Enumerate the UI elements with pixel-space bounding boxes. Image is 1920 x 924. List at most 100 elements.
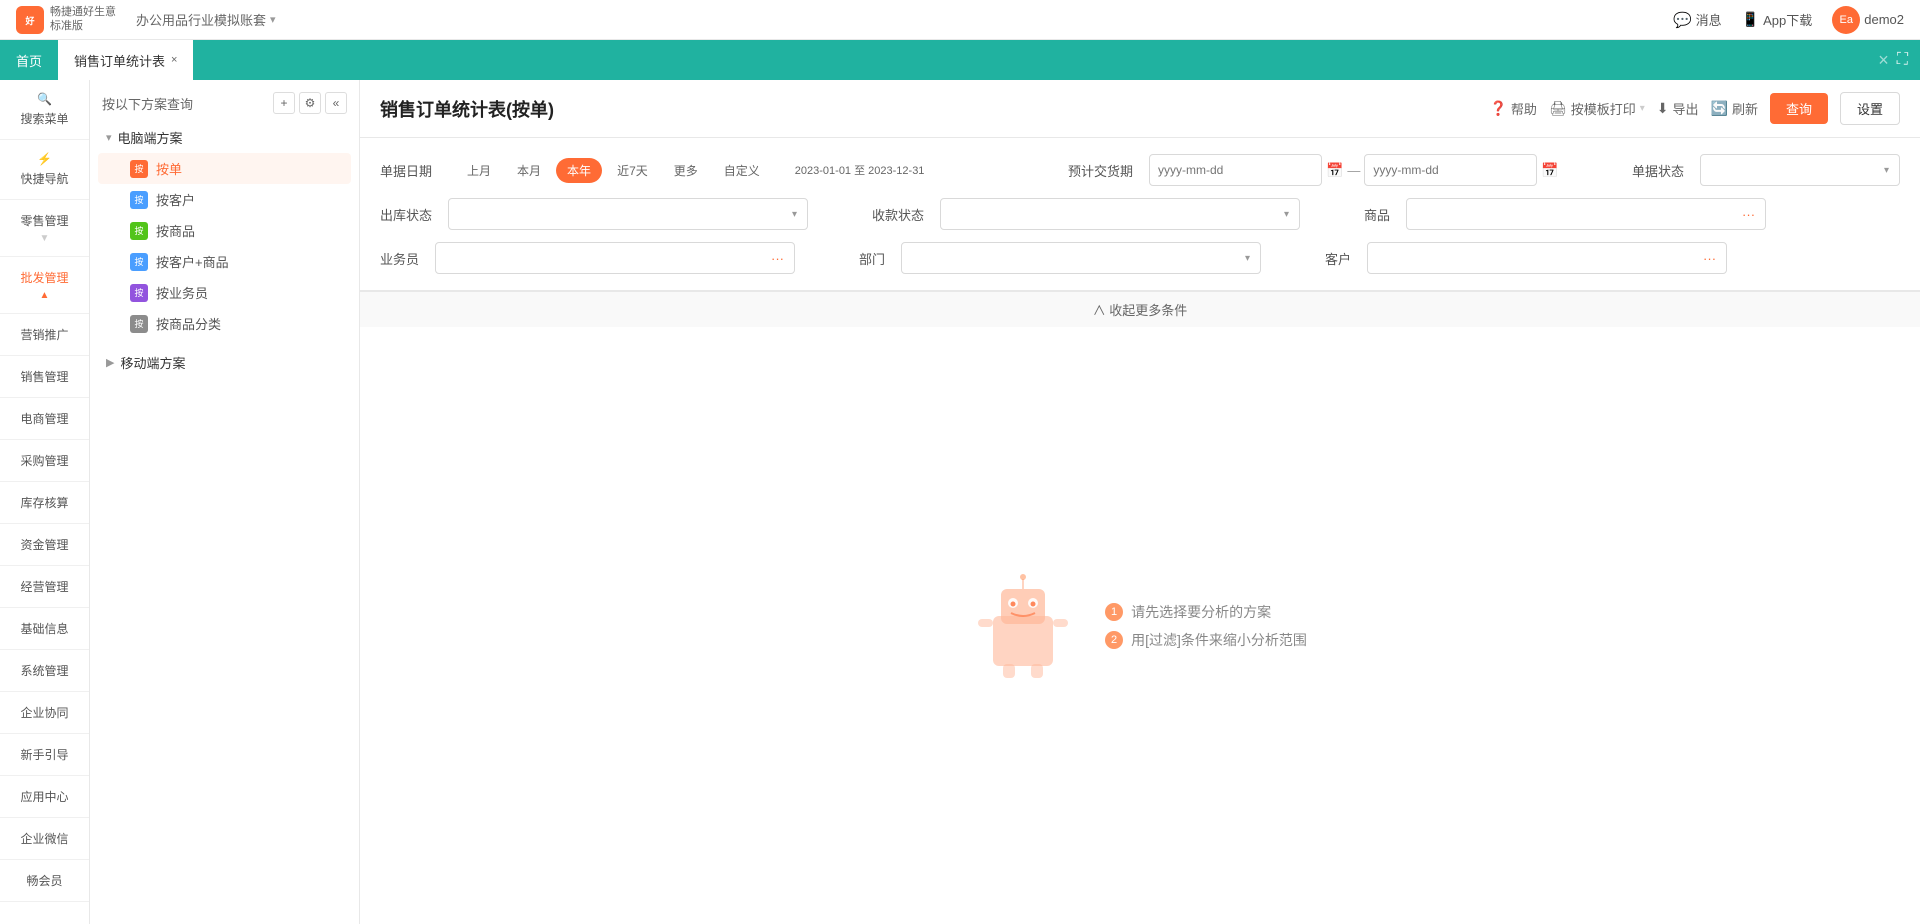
empty-state: 1 请先选择要分析的方案 2 用[过滤]条件来缩小分析范围 bbox=[360, 327, 1920, 924]
filter-area: 单据日期 上月 本月 本年 近7天 更多 自定义 2023-01-01 至 20… bbox=[360, 138, 1920, 291]
tab-active[interactable]: 销售订单统计表 × bbox=[58, 40, 193, 80]
payment-dropdown-icon: ▾ bbox=[1284, 209, 1289, 220]
sidebar-item-purchase[interactable]: 采购管理 bbox=[0, 440, 89, 482]
sidebar-item-retail[interactable]: 零售管理 ▼ bbox=[0, 200, 89, 257]
collapse-panel-btn[interactable]: « bbox=[325, 92, 347, 114]
sidebar-item-wholesale[interactable]: 批发管理 ▲ bbox=[0, 257, 89, 314]
settings-button[interactable]: 设置 bbox=[1840, 92, 1900, 125]
scheme-icon-按客户: 按 bbox=[130, 191, 148, 209]
tree-child-按单[interactable]: 按 按单 bbox=[98, 153, 351, 184]
message-btn[interactable]: 💬 消息 bbox=[1673, 10, 1722, 29]
refresh-btn[interactable]: 🔄 刷新 bbox=[1711, 99, 1758, 118]
sidebar-item-newuser[interactable]: 新手引导 bbox=[0, 734, 89, 776]
tree-child-按业务员[interactable]: 按 按业务员 bbox=[98, 277, 351, 308]
calendar-start-icon[interactable]: 📅 bbox=[1326, 162, 1343, 179]
tree-child-按客户商品[interactable]: 按 按客户+商品 bbox=[98, 246, 351, 277]
collapse-conditions-btn[interactable]: ∧ 收起更多条件 bbox=[360, 291, 1920, 327]
customer-ellipsis[interactable]: ··· bbox=[1703, 251, 1716, 266]
filter-row-3: 业务员 ··· 部门 ▾ 客户 ··· bbox=[380, 242, 1900, 274]
add-scheme-btn[interactable]: + bbox=[273, 92, 295, 114]
calendar-end-icon[interactable]: 📅 bbox=[1541, 162, 1558, 179]
tree-child-按客户[interactable]: 按 按客户 bbox=[98, 184, 351, 215]
user-avatar-area[interactable]: Ea demo2 bbox=[1832, 6, 1904, 34]
sidebar-item-system[interactable]: 系统管理 bbox=[0, 650, 89, 692]
sidebar-item-operations[interactable]: 经营管理 bbox=[0, 566, 89, 608]
page-title: 销售订单统计表(按单) bbox=[380, 96, 554, 122]
template-print-btn[interactable]: 🖨 按模板打印 ▾ bbox=[1549, 99, 1645, 118]
date-pill-lastmonth[interactable]: 上月 bbox=[456, 158, 502, 183]
quicknav-icon: ⚡ bbox=[37, 152, 52, 166]
date-input-wrap: 2023-01-01 至 2023-12-31 bbox=[795, 162, 995, 178]
logo-icon: 好 bbox=[16, 6, 44, 34]
date-pill-group: 上月 本月 本年 近7天 更多 自定义 bbox=[456, 158, 771, 183]
chevron-icon: ▼ bbox=[40, 233, 50, 244]
sidebar-item-member[interactable]: 畅会员 bbox=[0, 860, 89, 902]
filter-row-2: 出库状态 ▾ 收款状态 ▾ 商品 ··· bbox=[380, 198, 1900, 230]
tab-close-icon[interactable]: × bbox=[171, 54, 177, 66]
payment-status-select[interactable]: ▾ bbox=[940, 198, 1300, 230]
sidebar-item-corpwx[interactable]: 企业微信 bbox=[0, 818, 89, 860]
export-icon: ⬇ bbox=[1657, 100, 1669, 117]
department-select[interactable]: ▾ bbox=[901, 242, 1261, 274]
delivery-status-label: 出库状态 bbox=[380, 205, 432, 224]
empty-tips: 1 请先选择要分析的方案 2 用[过滤]条件来缩小分析范围 bbox=[1105, 602, 1307, 650]
tree-mobile-label: 移动端方案 bbox=[120, 353, 185, 372]
goods-select[interactable]: ··· bbox=[1406, 198, 1766, 230]
sidebar-item-inventory[interactable]: 库存核算 bbox=[0, 482, 89, 524]
date-pill-custom[interactable]: 自定义 bbox=[713, 158, 771, 183]
logo-svg: 好 bbox=[20, 10, 40, 30]
department-label: 部门 bbox=[859, 249, 885, 268]
date-pill-last7[interactable]: 近7天 bbox=[606, 158, 659, 183]
sales-rep-select[interactable]: ··· bbox=[435, 242, 795, 274]
sidebar-item-sales[interactable]: 销售管理 bbox=[0, 356, 89, 398]
collapse-icon: « bbox=[333, 96, 340, 110]
message-icon: 💬 bbox=[1673, 11, 1692, 29]
goods-ellipsis[interactable]: ··· bbox=[1742, 207, 1755, 222]
date-pill-thisyear[interactable]: 本年 bbox=[556, 158, 602, 183]
avatar: Ea bbox=[1832, 6, 1860, 34]
window-close-btn[interactable]: × bbox=[1878, 50, 1889, 71]
query-button[interactable]: 查询 bbox=[1770, 93, 1828, 124]
customer-select[interactable]: ··· bbox=[1367, 242, 1727, 274]
gear-icon: ⚙ bbox=[305, 96, 316, 110]
header-right: 💬 消息 📱 App下载 Ea demo2 bbox=[1673, 6, 1904, 34]
print-arrow-icon: ▾ bbox=[1640, 103, 1645, 114]
tree-child-按商品[interactable]: 按 按商品 bbox=[98, 215, 351, 246]
window-maximize-btn[interactable]: ⛶ bbox=[1897, 51, 1908, 69]
sidebar-item-finance[interactable]: 资金管理 bbox=[0, 524, 89, 566]
delivery-status-select[interactable]: ▾ bbox=[448, 198, 808, 230]
sidebar-quick-nav[interactable]: ⚡ 快捷导航 bbox=[0, 140, 89, 200]
expected-delivery-wrap: 📅 — 📅 bbox=[1149, 154, 1559, 186]
chevron-down-icon: ▾ bbox=[106, 131, 112, 144]
order-status-select[interactable]: ▾ bbox=[1700, 154, 1900, 186]
tree-pc-parent[interactable]: ▾ 电脑端方案 bbox=[98, 122, 351, 153]
page-title-bar: 销售订单统计表(按单) ❓ 帮助 🖨 按模板打印 ▾ ⬇ bbox=[360, 80, 1920, 138]
empty-tip-2: 2 用[过滤]条件来缩小分析范围 bbox=[1105, 630, 1307, 650]
tree-child-按商品分类[interactable]: 按 按商品分类 bbox=[98, 308, 351, 339]
sidebar-search[interactable]: 🔍 搜索菜单 bbox=[0, 80, 89, 140]
customer-label: 客户 bbox=[1325, 249, 1351, 268]
date-pill-thismonth[interactable]: 本月 bbox=[506, 158, 552, 183]
tab-home[interactable]: 首页 bbox=[0, 40, 58, 80]
left-panel: 按以下方案查询 + ⚙ « ▾ 电脑端方案 bbox=[90, 80, 360, 924]
export-btn[interactable]: ⬇ 导出 bbox=[1657, 99, 1699, 118]
tree-mobile-parent[interactable]: ▶ 移动端方案 bbox=[98, 347, 351, 378]
date-range-text: 2023-01-01 至 2023-12-31 bbox=[795, 162, 925, 178]
sidebar-item-marketing[interactable]: 营销推广 bbox=[0, 314, 89, 356]
settings-scheme-btn[interactable]: ⚙ bbox=[299, 92, 321, 114]
sidebar-item-enterprise[interactable]: 企业协同 bbox=[0, 692, 89, 734]
delivery-end-input[interactable] bbox=[1364, 154, 1537, 186]
help-btn[interactable]: ❓ 帮助 bbox=[1489, 99, 1536, 118]
delivery-start-input[interactable] bbox=[1149, 154, 1322, 186]
app-download-btn[interactable]: 📱 App下载 bbox=[1742, 10, 1813, 29]
sales-rep-ellipsis[interactable]: ··· bbox=[771, 251, 784, 266]
date-pill-more[interactable]: 更多 bbox=[663, 158, 709, 183]
sidebar-item-basic[interactable]: 基础信息 bbox=[0, 608, 89, 650]
order-status-label: 单据状态 bbox=[1632, 161, 1684, 180]
sidebar-item-ecommerce[interactable]: 电商管理 bbox=[0, 398, 89, 440]
main-layout: 🔍 搜索菜单 ⚡ 快捷导航 零售管理 ▼ 批发管理 ▲ 营销推广 销售管理 电商… bbox=[0, 80, 1920, 924]
tree-pc-label: 电脑端方案 bbox=[118, 128, 183, 147]
breadcrumb[interactable]: 办公用品行业模拟账套 ▾ bbox=[136, 10, 276, 29]
app-icon: 📱 bbox=[1742, 11, 1759, 28]
sidebar-item-appcenter[interactable]: 应用中心 bbox=[0, 776, 89, 818]
